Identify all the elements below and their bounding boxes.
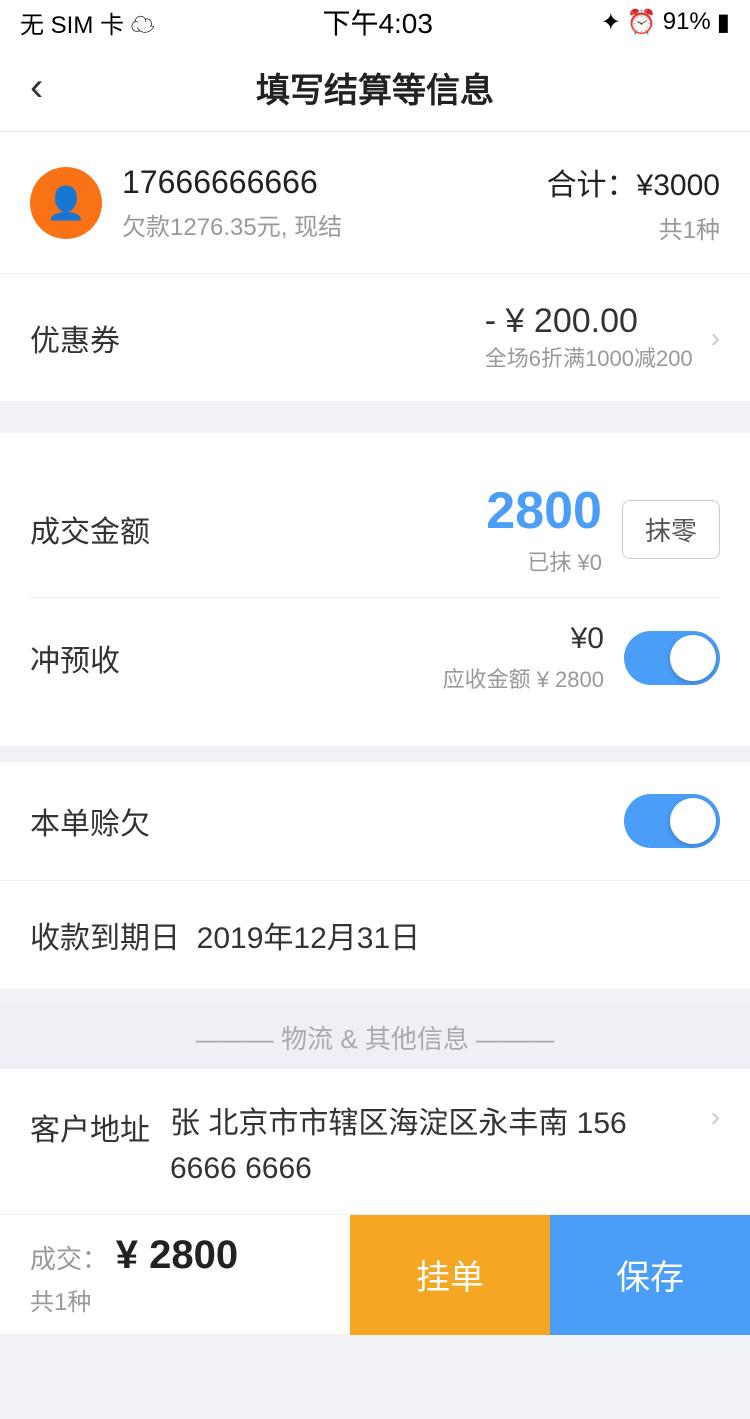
- chevron-right-icon: ›: [711, 322, 720, 354]
- status-right: ✦ ⏰ 91% ▮: [601, 8, 730, 37]
- avatar: 👤: [30, 167, 102, 239]
- section-divider-2: [0, 746, 750, 762]
- debt-row: 本单赊欠: [0, 762, 750, 880]
- status-time: 下午4:03: [322, 2, 433, 42]
- page-title: 填写结算等信息: [256, 63, 494, 112]
- coupon-desc: 全场6折满1000减200: [485, 341, 693, 373]
- bottom-price: ¥ 2800: [116, 1233, 238, 1277]
- prepay-toggle[interactable]: [624, 631, 720, 685]
- duedate-row: 收款到期日 2019年12月31日: [0, 880, 750, 989]
- prepay-label: 冲预收: [30, 636, 120, 680]
- address-row[interactable]: 客户地址 张 北京市市辖区海淀区永丰南 156 6666 6666 ›: [0, 1069, 750, 1223]
- customer-phone: 17666666666: [122, 164, 342, 201]
- status-left: 无 SIM 卡 ☁: [20, 5, 155, 40]
- nav-bar: ‹ 填写结算等信息: [0, 44, 750, 132]
- customer-right: 合计：¥3000 共1种: [547, 160, 720, 245]
- debt-card: 本单赊欠 收款到期日 2019年12月31日: [0, 762, 750, 989]
- amount-row: 成交金额 2800 已抹 ¥0 抹零: [30, 461, 720, 598]
- address-label: 客户地址: [30, 1105, 150, 1149]
- already-round: 已抹 ¥0: [486, 545, 602, 577]
- logistics-text: ——— 物流 & 其他信息 ———: [196, 1019, 554, 1056]
- address-value: 张 北京市市辖区海淀区永丰南 156 6666 6666: [170, 1101, 683, 1191]
- coupon-discount: - ¥ 200.00: [485, 302, 693, 341]
- duedate-label: 收款到期日 2019年12月31日: [30, 922, 420, 955]
- customer-row: 👤 17666666666 欠款1276.35元, 现结 合计：¥3000 共1…: [0, 132, 750, 273]
- customer-sub: 欠款1276.35元, 现结: [122, 207, 342, 242]
- debt-toggle[interactable]: [624, 794, 720, 848]
- address-card: 客户地址 张 北京市市辖区海淀区永丰南 156 6666 6666 ›: [0, 1069, 750, 1223]
- total-amount: 合计：¥3000: [547, 160, 720, 204]
- amount-value: 2800: [486, 481, 602, 541]
- bottom-deal-label: 成交：: [30, 1244, 108, 1274]
- amount-label: 成交金额: [30, 507, 150, 551]
- prepay-values: ¥0 应收金额 ¥ 2800: [443, 622, 604, 694]
- save-button[interactable]: 保存: [550, 1215, 750, 1335]
- coupon-right: - ¥ 200.00 全场6折满1000减200 ›: [485, 302, 720, 373]
- bottom-info: 成交： ¥ 2800 共1种: [0, 1233, 350, 1317]
- coupon-row[interactable]: 优惠券 - ¥ 200.00 全场6折满1000减200 ›: [0, 273, 750, 401]
- sim-label: 无 SIM 卡 ☁: [20, 5, 155, 40]
- total-count: 共1种: [547, 210, 720, 245]
- section-divider-1: [0, 417, 750, 433]
- prepay-row: 冲预收 ¥0 应收金额 ¥ 2800: [30, 598, 720, 718]
- customer-info: 17666666666 欠款1276.35元, 现结: [122, 164, 342, 242]
- status-bar: 无 SIM 卡 ☁ 下午4:03 ✦ ⏰ 91% ▮: [0, 0, 750, 44]
- debt-label: 本单赊欠: [30, 799, 150, 843]
- avatar-icon: 👤: [46, 184, 86, 222]
- address-chevron-icon: ›: [711, 1101, 720, 1133]
- bottom-deal-line: 成交： ¥ 2800: [30, 1233, 320, 1278]
- hang-button[interactable]: 挂单: [350, 1215, 550, 1335]
- receivable-amount: 应收金额 ¥ 2800: [443, 662, 604, 694]
- amount-right: 2800 已抹 ¥0 抹零: [486, 481, 720, 577]
- logistics-divider: ——— 物流 & 其他信息 ———: [0, 1005, 750, 1069]
- battery-icon: ▮: [717, 8, 730, 37]
- alarm-icon: ⏰: [627, 8, 657, 37]
- location-icon: ✦: [601, 8, 621, 37]
- back-button[interactable]: ‹: [30, 65, 43, 110]
- prepay-amount: ¥0: [443, 622, 604, 656]
- coupon-label: 优惠券: [30, 316, 120, 360]
- round-button[interactable]: 抹零: [622, 500, 720, 559]
- amount-section: 成交金额 2800 已抹 ¥0 抹零 冲预收 ¥0 应收金额 ¥ 2800: [0, 433, 750, 746]
- customer-card: 👤 17666666666 欠款1276.35元, 现结 合计：¥3000 共1…: [0, 132, 750, 401]
- battery-label: 91%: [663, 8, 711, 36]
- bottom-bar: 成交： ¥ 2800 共1种 挂单 保存: [0, 1214, 750, 1334]
- bottom-count: 共1种: [30, 1282, 320, 1317]
- prepay-right: ¥0 应收金额 ¥ 2800: [443, 622, 720, 694]
- customer-left: 👤 17666666666 欠款1276.35元, 现结: [30, 164, 342, 242]
